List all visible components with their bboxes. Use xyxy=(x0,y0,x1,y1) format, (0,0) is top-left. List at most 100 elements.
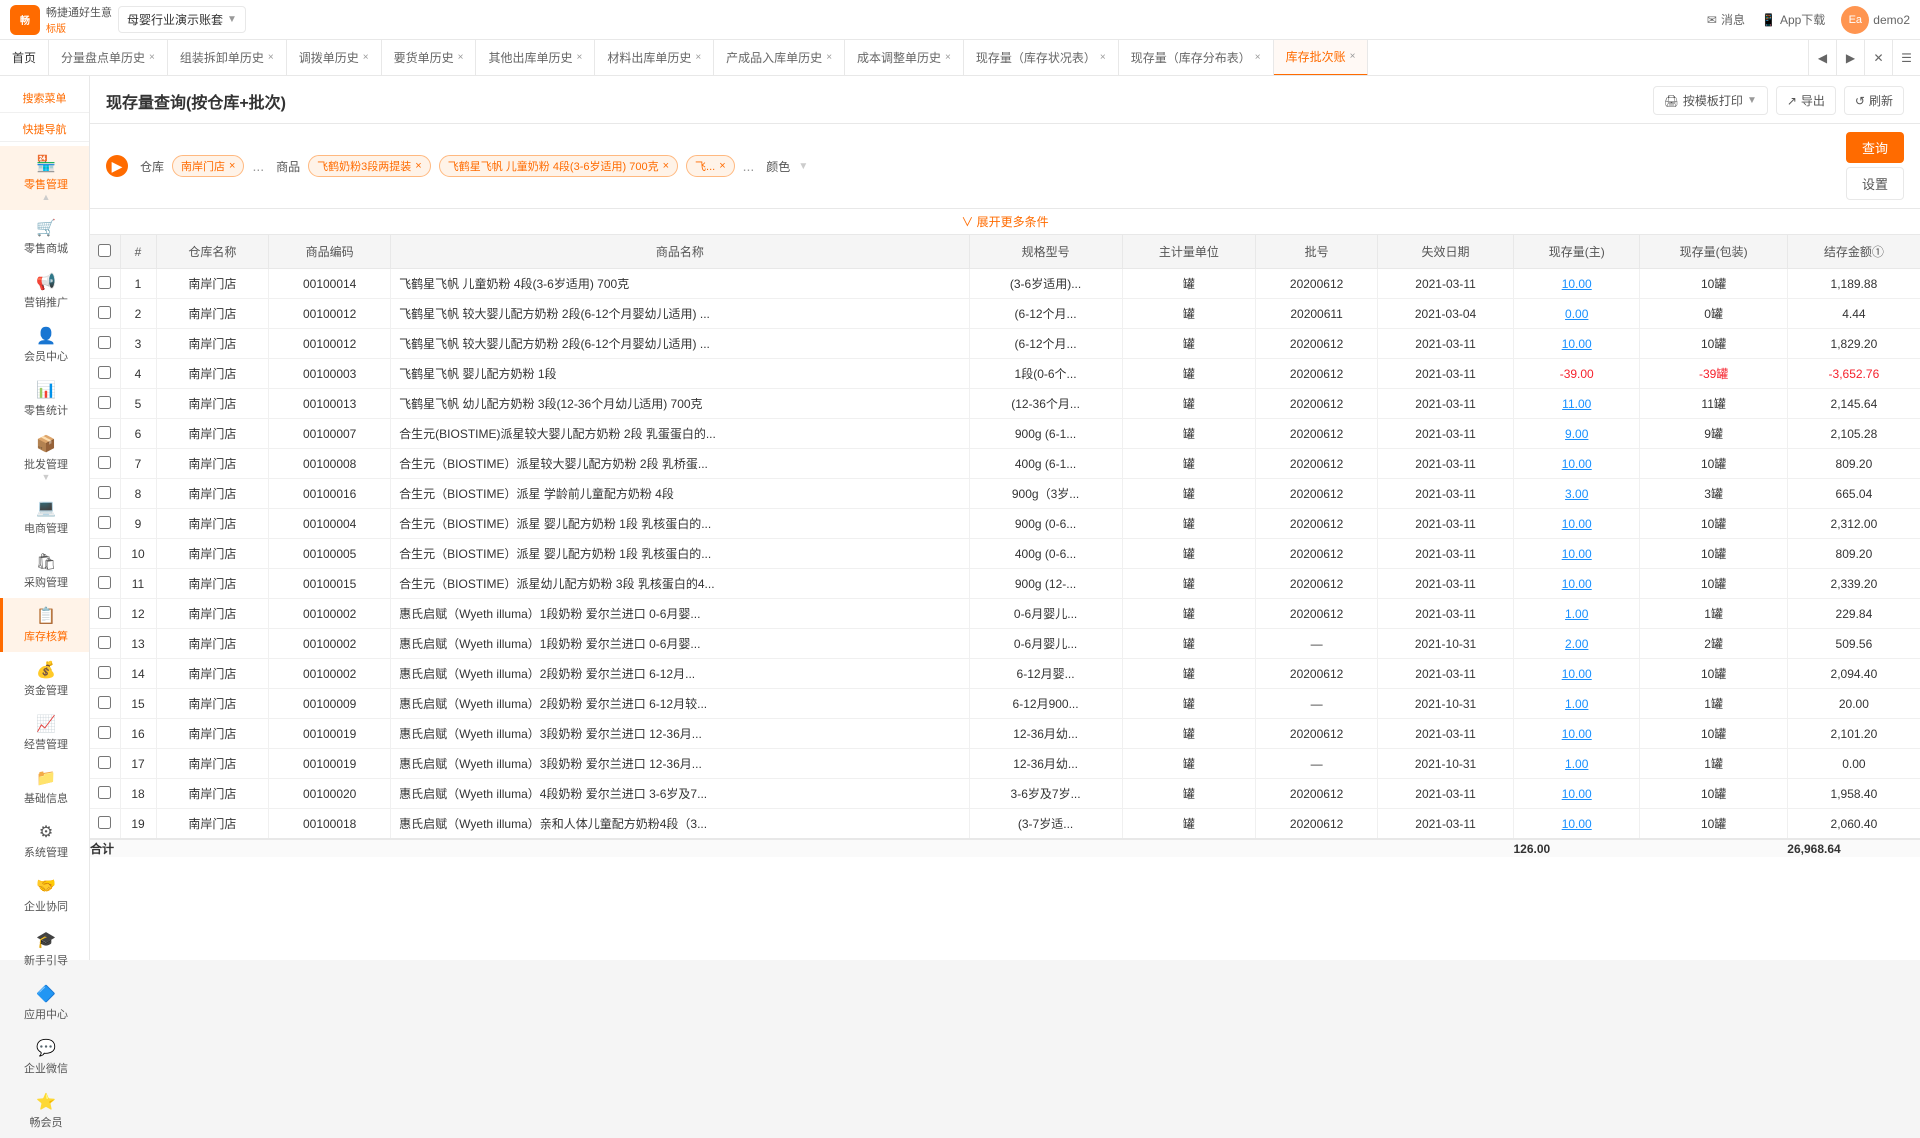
tab-4[interactable]: 要货单历史 × xyxy=(382,40,477,76)
nav-menu-btn[interactable]: ☰ xyxy=(1892,40,1920,76)
sidebar-item-retail-mgmt[interactable]: 🏪 零售管理 ▲ xyxy=(0,146,89,210)
tab-7-close[interactable]: × xyxy=(826,52,832,63)
sidebar-item-basic-info[interactable]: 📁 基础信息 xyxy=(0,760,89,814)
row-checkbox[interactable] xyxy=(98,606,111,619)
tab-11[interactable]: 库存批次账 × xyxy=(1274,40,1369,76)
cell-qty-main[interactable]: 2.00 xyxy=(1513,629,1640,659)
cell-qty-main[interactable]: 10.00 xyxy=(1513,779,1640,809)
tab-5-close[interactable]: × xyxy=(576,52,582,63)
tab-4-close[interactable]: × xyxy=(458,52,464,63)
row-checkbox[interactable] xyxy=(98,666,111,679)
user-area[interactable]: Ea demo2 xyxy=(1841,6,1910,34)
tab-1[interactable]: 分量盘点单历史 × xyxy=(49,40,168,76)
sidebar-item-retail-mall[interactable]: 🛒 零售商城 xyxy=(0,210,89,264)
tab-10-close[interactable]: × xyxy=(1255,52,1261,63)
nav-next-btn[interactable]: ▶ xyxy=(1836,40,1864,76)
tab-3[interactable]: 调拨单历史 × xyxy=(287,40,382,76)
product-tag-1[interactable]: 飞鹤奶粉3段两提装 × xyxy=(308,155,431,177)
sidebar-item-purchase[interactable]: 🛍 采购管理 xyxy=(0,544,89,598)
tab-9[interactable]: 现存量（库存状况表） × xyxy=(964,40,1119,76)
row-checkbox[interactable] xyxy=(98,306,111,319)
select-all-checkbox[interactable] xyxy=(98,244,111,257)
sidebar-item-guide[interactable]: 🎓 新手引导 xyxy=(0,922,89,976)
sidebar-quick-nav[interactable]: 快捷导航 xyxy=(0,117,89,142)
cell-qty-main[interactable]: 10.00 xyxy=(1513,509,1640,539)
product-tag-2[interactable]: 飞鹤星飞帆 儿童奶粉 4段(3-6岁适用) 700克 × xyxy=(439,155,678,177)
row-checkbox[interactable] xyxy=(98,486,111,499)
sidebar-item-marketing[interactable]: 📢 营销推广 xyxy=(0,264,89,318)
tab-8[interactable]: 成本调整单历史 × xyxy=(845,40,964,76)
cell-qty-main[interactable]: 10.00 xyxy=(1513,539,1640,569)
product-tag-3[interactable]: 飞... × xyxy=(686,155,735,177)
row-checkbox[interactable] xyxy=(98,786,111,799)
cell-qty-main[interactable]: 10.00 xyxy=(1513,719,1640,749)
row-checkbox[interactable] xyxy=(98,636,111,649)
sidebar-item-app-center[interactable]: 🔷 应用中心 xyxy=(0,976,89,1030)
expand-more-bar[interactable]: ∨ 展开更多条件 xyxy=(90,209,1920,235)
row-checkbox[interactable] xyxy=(98,726,111,739)
sidebar-item-wechat[interactable]: 💬 企业微信 xyxy=(0,1030,89,1084)
sidebar-item-operations[interactable]: 📈 经营管理 xyxy=(0,706,89,760)
sidebar-item-wholesale[interactable]: 📦 批发管理 ▼ xyxy=(0,426,89,490)
row-checkbox[interactable] xyxy=(98,276,111,289)
product-tag3-remove[interactable]: × xyxy=(719,160,725,172)
row-checkbox[interactable] xyxy=(98,756,111,769)
cell-qty-main[interactable]: 10.00 xyxy=(1513,449,1640,479)
row-checkbox[interactable] xyxy=(98,456,111,469)
cell-qty-main[interactable]: 10.00 xyxy=(1513,329,1640,359)
tab-home[interactable]: 首页 xyxy=(0,40,49,76)
nav-close-btn[interactable]: ✕ xyxy=(1864,40,1892,76)
warehouse-tag[interactable]: 南岸门店 × xyxy=(172,155,244,177)
product-tag2-remove[interactable]: × xyxy=(663,160,669,172)
tab-1-close[interactable]: × xyxy=(149,52,155,63)
tab-3-close[interactable]: × xyxy=(363,52,369,63)
warehouse-tag-remove[interactable]: × xyxy=(229,160,235,172)
tab-8-close[interactable]: × xyxy=(945,52,951,63)
sidebar-item-collab[interactable]: 🤝 企业协同 xyxy=(0,868,89,922)
cell-qty-main[interactable]: 10.00 xyxy=(1513,809,1640,840)
tab-2[interactable]: 组装拆卸单历史 × xyxy=(168,40,287,76)
tab-10[interactable]: 现存量（库存分布表） × xyxy=(1119,40,1274,76)
sidebar-item-inventory[interactable]: 📋 库存核算 xyxy=(0,598,89,652)
row-checkbox[interactable] xyxy=(98,516,111,529)
cell-qty-main[interactable]: 1.00 xyxy=(1513,599,1640,629)
row-checkbox[interactable] xyxy=(98,546,111,559)
row-checkbox[interactable] xyxy=(98,396,111,409)
app-download-btn[interactable]: 📱 App下载 xyxy=(1761,11,1825,28)
tab-11-close[interactable]: × xyxy=(1350,51,1356,62)
cell-qty-main[interactable]: 1.00 xyxy=(1513,689,1640,719)
product-more[interactable]: ... xyxy=(743,158,755,174)
tab-2-close[interactable]: × xyxy=(268,52,274,63)
row-checkbox[interactable] xyxy=(98,426,111,439)
cell-qty-main[interactable]: 9.00 xyxy=(1513,419,1640,449)
query-btn[interactable]: 查询 xyxy=(1846,132,1904,163)
export-btn[interactable]: ↗ 导出 xyxy=(1776,86,1836,115)
sidebar-item-vip[interactable]: ⭐ 畅会员 xyxy=(0,1084,89,1138)
sidebar-search[interactable]: 搜索菜单 xyxy=(0,84,89,113)
message-btn[interactable]: ✉ 消息 xyxy=(1707,11,1745,28)
row-checkbox[interactable] xyxy=(98,366,111,379)
row-checkbox[interactable] xyxy=(98,336,111,349)
refresh-btn[interactable]: ↺ 刷新 xyxy=(1844,86,1904,115)
cell-qty-main[interactable]: 10.00 xyxy=(1513,269,1640,299)
print-template-btn[interactable]: 🖨 按模板打印 ▼ xyxy=(1653,86,1768,115)
sidebar-item-member[interactable]: 👤 会员中心 xyxy=(0,318,89,372)
expand-filter-btn[interactable]: ▶ xyxy=(106,155,128,177)
cell-qty-main[interactable]: 0.00 xyxy=(1513,299,1640,329)
account-selector[interactable]: 母婴行业演示账套 ▼ xyxy=(118,6,246,33)
sidebar-item-ecommerce[interactable]: 💻 电商管理 xyxy=(0,490,89,544)
tab-6-close[interactable]: × xyxy=(695,52,701,63)
tab-6[interactable]: 材料出库单历史 × xyxy=(595,40,714,76)
product-tag1-remove[interactable]: × xyxy=(415,160,421,172)
row-checkbox[interactable] xyxy=(98,576,111,589)
warehouse-more[interactable]: ... xyxy=(252,158,264,174)
settings-btn[interactable]: 设置 xyxy=(1846,167,1904,200)
cell-qty-main[interactable]: 3.00 xyxy=(1513,479,1640,509)
row-checkbox[interactable] xyxy=(98,816,111,829)
cell-qty-main[interactable]: 10.00 xyxy=(1513,659,1640,689)
tab-5[interactable]: 其他出库单历史 × xyxy=(476,40,595,76)
nav-prev-btn[interactable]: ◀ xyxy=(1808,40,1836,76)
cell-qty-main[interactable]: 11.00 xyxy=(1513,389,1640,419)
sidebar-item-retail-stats[interactable]: 📊 零售统计 xyxy=(0,372,89,426)
sidebar-item-system[interactable]: ⚙ 系统管理 xyxy=(0,814,89,868)
